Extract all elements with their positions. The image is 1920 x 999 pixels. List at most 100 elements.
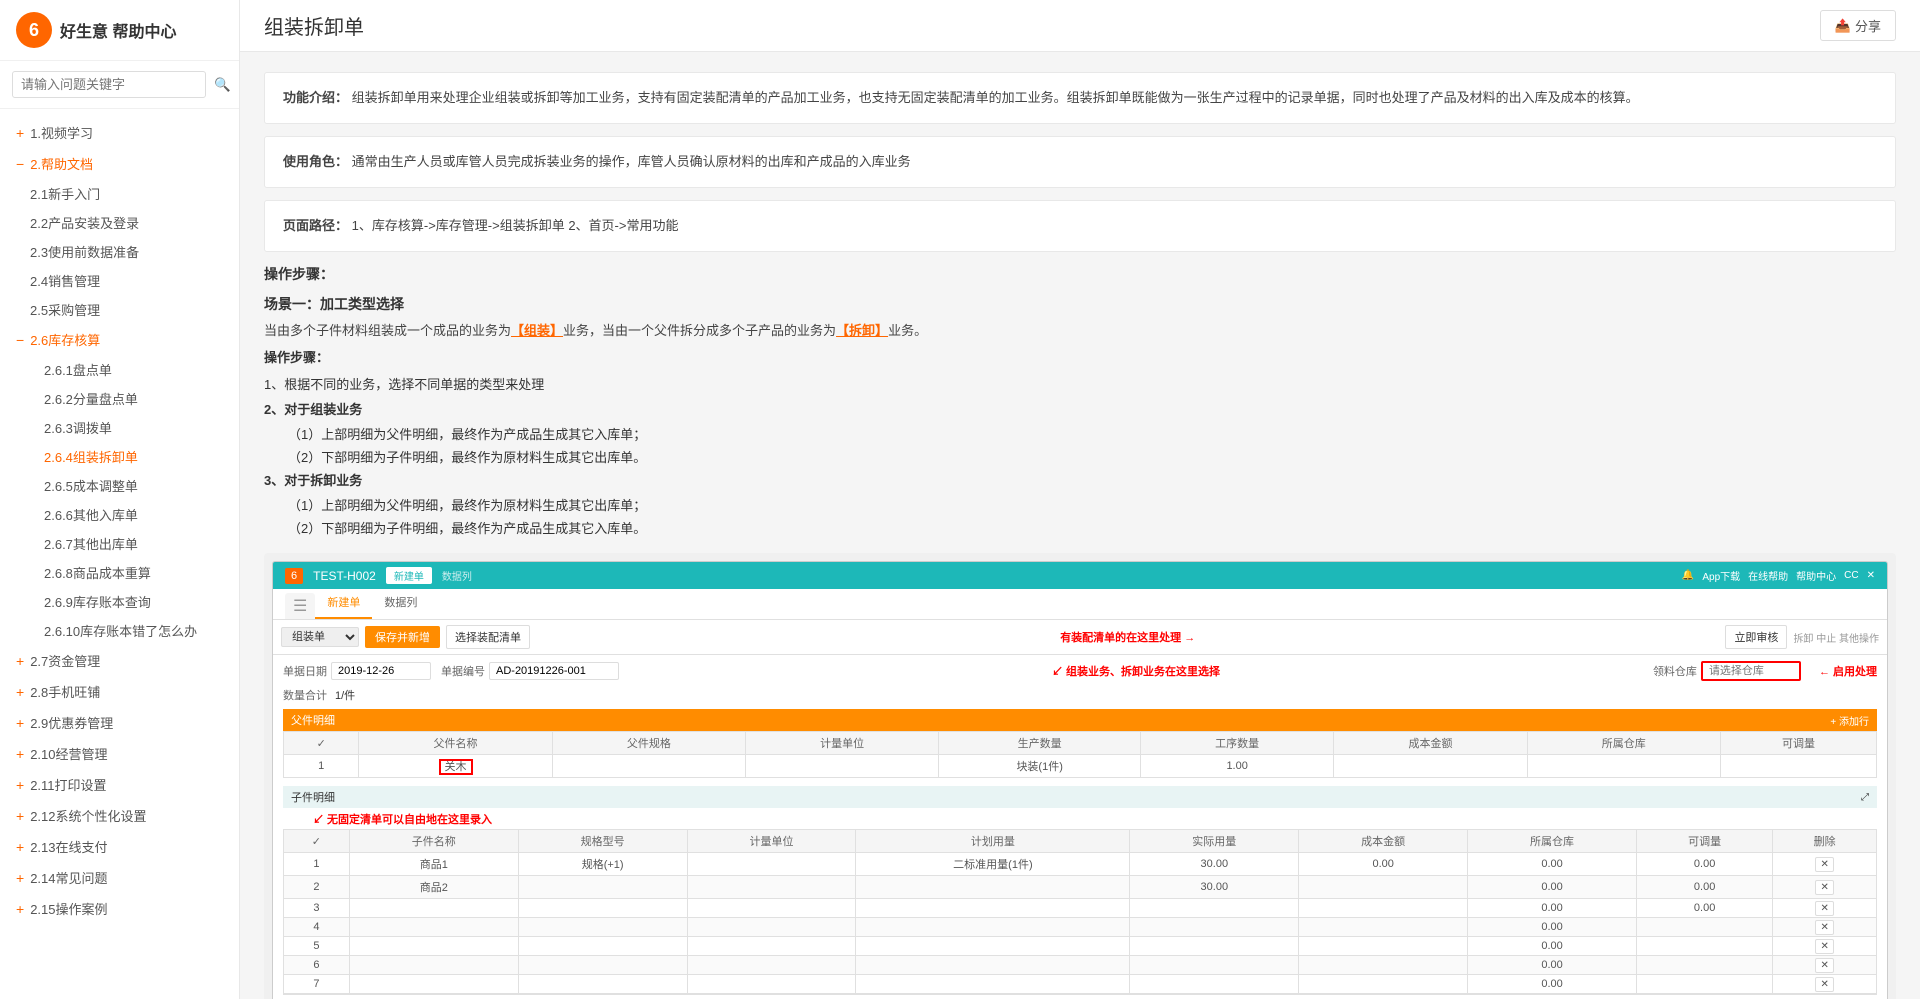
ss-nav-icon[interactable]: ☰ xyxy=(293,596,307,616)
sidebar-item-stock-error[interactable]: 2.6.10库存账本错了怎么办 xyxy=(0,616,239,645)
sidebar-section-label: 2.帮助文档 xyxy=(30,154,93,173)
role-block: 使用角色： 通常由生产人员或库管人员完成拆装业务的操作，库管人员确认原材料的出库… xyxy=(264,136,1896,188)
annotation1-label: 有装配清单的在这里处理 → xyxy=(536,629,1719,645)
ss-col-del: 删除 xyxy=(1773,830,1877,853)
sidebar-item-other-out[interactable]: 2.6.7其他出库单 xyxy=(0,529,239,558)
sidebar-section-label: 2.9优惠券管理 xyxy=(30,713,113,732)
ss-icon-more: 帮助中心 xyxy=(1796,568,1836,583)
step3-sub1: （1）上部明细为父件明细，最终作为原材料生成其它出库单； xyxy=(264,495,1896,514)
ss-del-btn2[interactable]: ✕ xyxy=(1815,880,1833,895)
main-content: 组装拆卸单 📤 分享 功能介绍： 组装拆卸单用来处理企业组装或拆卸等加工业务，支… xyxy=(240,0,1920,999)
sidebar-section-label: 2.13在线支付 xyxy=(30,837,107,856)
screenshot-window: 6 TEST-H002 新建单 数据列 🔔 App下载 在线帮助 帮助中心 CC… xyxy=(272,561,1888,999)
sidebar-item-customize[interactable]: + 2.12系统个性化设置 xyxy=(0,800,239,831)
plus-icon: + xyxy=(16,684,24,700)
table-row: 7 0.00 ✕ xyxy=(284,975,1877,994)
sidebar-item-assembly[interactable]: 2.6.4组装拆卸单 xyxy=(0,442,239,471)
sidebar-item-print[interactable]: + 2.11打印设置 xyxy=(0,769,239,800)
sidebar-item-video[interactable]: + 1.视频学习 xyxy=(0,117,239,148)
search-button[interactable]: 🔍 xyxy=(210,73,235,97)
ss-parent-name-box: 关木 xyxy=(439,759,473,775)
ss-cell-cost xyxy=(1334,755,1527,778)
sidebar-item-inventory[interactable]: − 2.6库存核算 xyxy=(0,324,239,355)
ss-cell-check[interactable]: 1 xyxy=(284,755,359,778)
sidebar-item-cost-adjust[interactable]: 2.6.5成本调整单 xyxy=(0,471,239,500)
logo-icon: 6 xyxy=(16,12,52,48)
ss-col-cost: 成本金额 xyxy=(1334,732,1527,755)
ss-col-parent-name: 父件名称 xyxy=(359,732,552,755)
annotation4-label: ↙ 无固定清单可以自由地在这里录入 xyxy=(313,811,1877,827)
top-bar: 组装拆卸单 📤 分享 xyxy=(240,0,1920,52)
sidebar-item-sales[interactable]: 2.4销售管理 xyxy=(0,266,239,295)
ss-save-btn[interactable]: 保存并新增 xyxy=(365,626,440,648)
ss-col-process-qty: 工序数量 xyxy=(1140,732,1333,755)
sidebar-item-payment[interactable]: + 2.13在线支付 xyxy=(0,831,239,862)
ss-qty-label: 数量合计 xyxy=(283,687,327,703)
ss-save-white-btn[interactable]: 选择装配清单 xyxy=(446,625,530,649)
share-button[interactable]: 📤 分享 xyxy=(1820,10,1896,41)
ss-no-input[interactable] xyxy=(489,662,619,680)
ss-bottom-table-expand[interactable]: ⤢ xyxy=(1861,792,1869,803)
ss-del-btn[interactable]: ✕ xyxy=(1815,857,1833,872)
ss-col-prod-qty: 生产数量 xyxy=(939,732,1141,755)
sidebar-section-label: 2.14常见问题 xyxy=(30,868,107,887)
sidebar-item-prepare[interactable]: 2.3使用前数据准备 xyxy=(0,237,239,266)
disassemble-link[interactable]: 【拆卸】 xyxy=(836,323,888,338)
minus-icon: − xyxy=(16,156,24,172)
ss-tab-assemble[interactable]: 新建单 xyxy=(315,589,372,619)
sidebar-section-label: 2.11打印设置 xyxy=(30,775,106,794)
sidebar-item-cases[interactable]: + 2.15操作案例 xyxy=(0,893,239,924)
sidebar-item-purchase[interactable]: 2.5采购管理 xyxy=(0,295,239,324)
page-title: 组装拆卸单 xyxy=(264,11,364,40)
sidebar-item-newcomer[interactable]: 2.1新手入门 xyxy=(0,179,239,208)
sidebar-item-faq[interactable]: + 2.14常见问题 xyxy=(0,862,239,893)
ss-del-btn3[interactable]: ✕ xyxy=(1815,901,1833,916)
content-area: 功能介绍： 组装拆卸单用来处理企业组装或拆卸等加工业务，支持有固定装配清单的产品… xyxy=(240,52,1920,999)
table-header-row: ✓ 子件名称 规格型号 计量单位 计划用量 实际用量 成本金额 所属仓库 可调量… xyxy=(284,830,1877,853)
ss-col-unit: 计量单位 xyxy=(746,732,939,755)
sidebar-section-label: 2.10经营管理 xyxy=(30,744,107,763)
ss-top-table-actions: + 添加行 xyxy=(1830,713,1869,728)
sidebar-item-transfer[interactable]: 2.6.3调拨单 xyxy=(0,413,239,442)
sidebar-item-stock-ledger[interactable]: 2.6.9库存账本查询 xyxy=(0,587,239,616)
ss-col-child-avail: 可调量 xyxy=(1636,830,1772,853)
sidebar-item-mobile[interactable]: + 2.8手机旺铺 xyxy=(0,676,239,707)
sidebar-item-cost-recalc[interactable]: 2.6.8商品成本重算 xyxy=(0,558,239,587)
minus-icon-inv: − xyxy=(16,332,24,348)
sidebar-item-other-in[interactable]: 2.6.6其他入库单 xyxy=(0,500,239,529)
sidebar-section-label: 2.12系统个性化设置 xyxy=(30,806,146,825)
ss-del-btn5[interactable]: ✕ xyxy=(1815,939,1833,954)
plus-icon: + xyxy=(16,777,24,793)
ss-date-label: 单据日期 xyxy=(283,663,327,679)
ss-cell-unit xyxy=(746,755,939,778)
annotation2-label: ↙ 组装业务、拆卸业务在这里选择 xyxy=(629,663,1643,679)
ss-left-nav: ☰ xyxy=(285,593,315,619)
sidebar-item-operations[interactable]: + 2.10经营管理 xyxy=(0,738,239,769)
assemble-link[interactable]: 【组装】 xyxy=(511,323,563,338)
ss-warehouse-input[interactable] xyxy=(1701,661,1801,681)
ss-date-input[interactable] xyxy=(331,662,431,680)
ss-data-tab[interactable]: 数据列 xyxy=(442,568,472,583)
sidebar-item-docs[interactable]: − 2.帮助文档 xyxy=(0,148,239,179)
ss-del-btn4[interactable]: ✕ xyxy=(1815,920,1833,935)
search-input[interactable] xyxy=(12,71,206,98)
ss-close-icon[interactable]: ✕ xyxy=(1867,570,1875,581)
ss-type-select[interactable]: 加工类型 组装单 拆卸单 xyxy=(281,627,359,647)
ss-tab-data[interactable]: 数据列 xyxy=(372,589,429,619)
ss-confirm-btn[interactable]: 立即审核 xyxy=(1725,625,1787,649)
sidebar-item-stocktake[interactable]: 2.6.1盘点单 xyxy=(0,355,239,384)
sidebar-item-install[interactable]: 2.2产品安装及登录 xyxy=(0,208,239,237)
sidebar-item-finance[interactable]: + 2.7资金管理 xyxy=(0,645,239,676)
step3-sub2: （2）下部明细为子件明细，最终作为产成品生成其它入库单。 xyxy=(264,518,1896,537)
intro-text: 组装拆卸单用来处理企业组装或拆卸等加工业务，支持有固定装配清单的产品加工业务，也… xyxy=(352,90,1639,105)
sidebar-section-label: 2.15操作案例 xyxy=(30,899,107,918)
sidebar-item-partial-stocktake[interactable]: 2.6.2分量盘点单 xyxy=(0,384,239,413)
sidebar-section-label: 1.视频学习 xyxy=(30,123,93,142)
ss-new-tab[interactable]: 新建单 xyxy=(386,567,432,584)
ss-del-btn7[interactable]: ✕ xyxy=(1815,977,1833,992)
sidebar-item-coupon[interactable]: + 2.9优惠券管理 xyxy=(0,707,239,738)
ss-del-btn6[interactable]: ✕ xyxy=(1815,958,1833,973)
ss-cell-parent-name[interactable]: 关木 xyxy=(359,755,552,778)
step1: 1、根据不同的业务，选择不同单据的类型来处理 xyxy=(264,374,1896,393)
plus-icon: + xyxy=(16,870,24,886)
